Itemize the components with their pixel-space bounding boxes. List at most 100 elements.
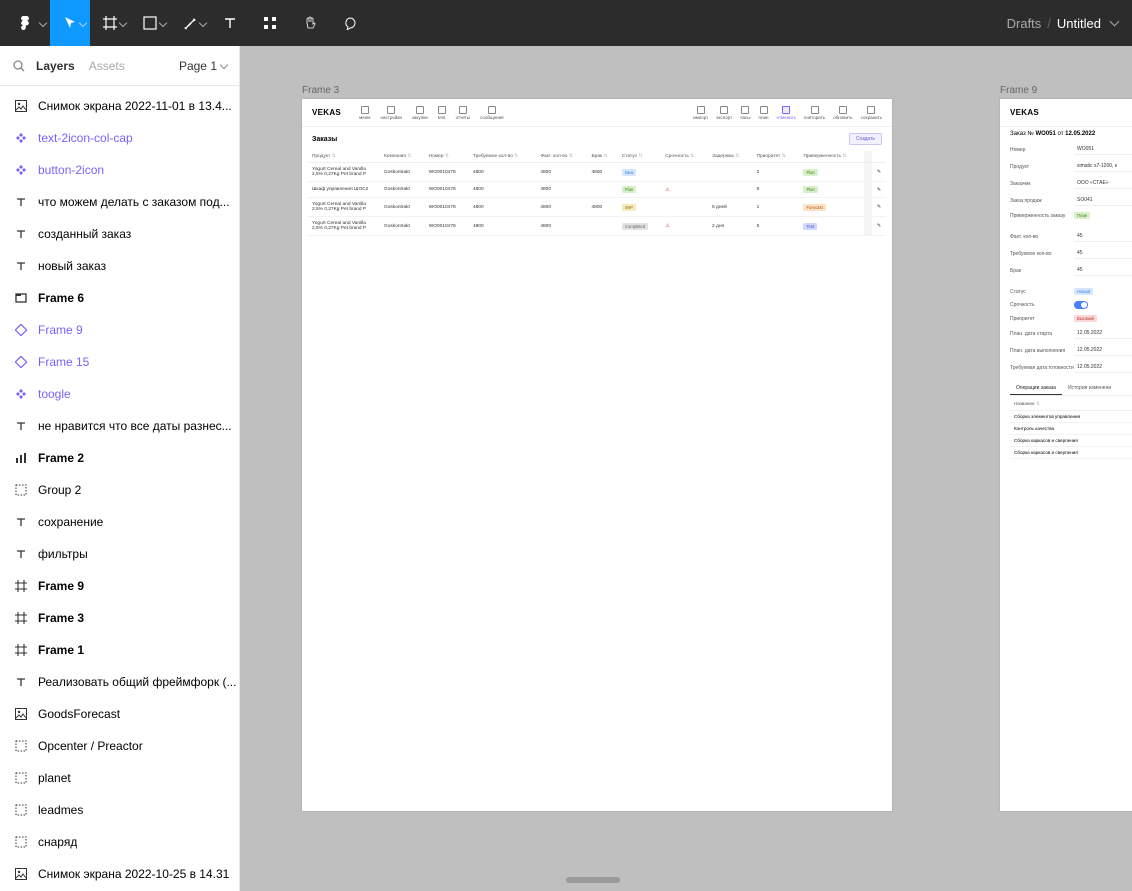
mock-nav-item: часы <box>740 106 750 120</box>
mock-nav-item: обновить <box>833 106 852 120</box>
layer-item[interactable]: GoodsForecast <box>0 698 239 730</box>
mock-field-row: ЗаказчикООО «СТАЕ» <box>1010 175 1132 192</box>
mock-field-row: НомерWO051 <box>1010 141 1132 158</box>
layer-label: Снимок экрана 2022-11-01 в 13.4... <box>38 99 232 113</box>
toolbar-left <box>0 0 370 46</box>
layer-item[interactable]: созданный заказ <box>0 218 239 250</box>
mock-nav-item: план <box>758 106 768 120</box>
pen-tool-button[interactable] <box>170 0 210 46</box>
tab-assets[interactable]: Assets <box>89 59 125 73</box>
mock-nav-item: отменить <box>777 106 796 120</box>
mock-col-header: Номер ⇅ <box>425 151 469 163</box>
search-icon[interactable] <box>12 59 26 73</box>
topbar: Drafts / Untitled <box>0 0 1132 46</box>
layer-item[interactable]: leadmes <box>0 794 239 826</box>
hand-tool-button[interactable] <box>290 0 330 46</box>
mock-nav-item: повторить <box>804 106 825 120</box>
layer-type-icon <box>14 483 28 497</box>
layer-item[interactable]: фильтры <box>0 538 239 570</box>
layer-item[interactable]: Frame 6 <box>0 282 239 314</box>
layer-item[interactable]: Снимок экрана 2022-10-25 в 14.31 <box>0 858 239 890</box>
layer-item[interactable]: снаряд <box>0 826 239 858</box>
layer-type-icon <box>14 579 28 593</box>
chevron-down-icon[interactable] <box>1110 17 1120 27</box>
mock-nav-item: сообщения <box>480 106 503 120</box>
layer-label: planet <box>38 771 71 785</box>
chevron-down-icon <box>159 19 167 27</box>
mock-nav-item: test <box>438 106 446 120</box>
mock-col-header: Статус ⇅ <box>618 151 661 163</box>
document-title[interactable]: Untitled <box>1057 16 1101 31</box>
mock-table-row: Контроль качестваGoskontrakt <box>1010 423 1132 435</box>
mock-field-row: Продуктsimatic s7-1200, к <box>1010 158 1132 175</box>
layer-item[interactable]: сохранение <box>0 506 239 538</box>
horizontal-scrollbar-thumb[interactable] <box>566 877 620 883</box>
layer-type-icon <box>14 355 28 369</box>
layer-item[interactable]: toogle <box>0 378 239 410</box>
toolbar-right: Drafts / Untitled <box>1007 16 1132 31</box>
figma-menu-button[interactable] <box>0 0 50 46</box>
layer-item[interactable]: Frame 9 <box>0 314 239 346</box>
layer-item[interactable]: новый заказ <box>0 250 239 282</box>
breadcrumb-drafts[interactable]: Drafts <box>1007 16 1042 31</box>
mock-field-row: Брак45 <box>1010 262 1132 279</box>
layer-label: что можем делать с заказом под... <box>38 195 230 209</box>
layer-label: Реализовать общий фреймфорк (... <box>38 675 236 689</box>
mock-title: Заказы <box>312 136 337 143</box>
mock-col-header: Требуемое кол-во ⇅ <box>469 151 536 163</box>
layer-label: toogle <box>38 387 71 401</box>
layer-item[interactable]: button-2icon <box>0 154 239 186</box>
mock-field-row: Срочность <box>1010 298 1132 312</box>
toggle-icon <box>1074 301 1088 309</box>
layer-item[interactable]: Frame 3 <box>0 602 239 634</box>
layer-type-icon <box>14 195 28 209</box>
layer-type-icon <box>14 323 28 337</box>
layer-item[interactable]: Frame 2 <box>0 442 239 474</box>
mock-col-header: Приверженность ⇅ <box>799 151 864 163</box>
layer-type-icon <box>14 131 28 145</box>
mock-nav-item: закупки <box>412 106 428 120</box>
mock-field-row: Приверженность заказуПлан <box>1010 209 1132 222</box>
frame-tool-button[interactable] <box>90 0 130 46</box>
layer-label: Frame 1 <box>38 643 84 657</box>
frame-label[interactable]: Frame 9 <box>1000 85 1037 96</box>
layer-label: не нравится что все даты разнес... <box>38 419 232 433</box>
page-selector[interactable]: Page 1 <box>179 59 227 73</box>
canvas-frame-3[interactable]: Frame 3 VEKAS менюнастройкизакупкиtestот… <box>302 99 892 811</box>
mock-field-row: Заказ продажSO041 <box>1010 192 1132 209</box>
layer-item[interactable]: что можем делать с заказом под... <box>0 186 239 218</box>
layer-list[interactable]: Снимок экрана 2022-11-01 в 13.4... text-2… <box>0 86 239 891</box>
canvas[interactable]: Frame 3 VEKAS менюнастройкизакупкиtestот… <box>240 46 1132 891</box>
layer-type-icon <box>14 771 28 785</box>
layer-item[interactable]: planet <box>0 762 239 794</box>
mock-nav-item: сохранить <box>861 106 882 120</box>
shape-tool-button[interactable] <box>130 0 170 46</box>
comment-tool-button[interactable] <box>330 0 370 46</box>
layer-type-icon <box>14 451 28 465</box>
layer-label: Снимок экрана 2022-10-25 в 14.31 <box>38 867 229 881</box>
layer-item[interactable]: Frame 15 <box>0 346 239 378</box>
mock-col-header: Брак ⇅ <box>588 151 618 163</box>
layer-item[interactable]: Opcenter / Preactor <box>0 730 239 762</box>
mock-title-row: Заказы Создать <box>302 127 892 151</box>
layer-label: Opcenter / Preactor <box>38 739 143 753</box>
resources-button[interactable] <box>250 0 290 46</box>
canvas-frame-9[interactable]: Frame 9 VEKAS менюнастройки Заказ № WO05… <box>1000 99 1132 811</box>
frame-label[interactable]: Frame 3 <box>302 85 339 96</box>
layer-item[interactable]: Реализовать общий фреймфорк (... <box>0 666 239 698</box>
layer-item[interactable]: не нравится что все даты разнес... <box>0 410 239 442</box>
move-tool-button[interactable] <box>50 0 90 46</box>
chevron-down-icon <box>119 19 127 27</box>
mock-create-button: Создать <box>849 133 882 145</box>
layer-item[interactable]: text-2icon-col-cap <box>0 122 239 154</box>
layer-item[interactable]: Frame 9 <box>0 570 239 602</box>
tab-layers[interactable]: Layers <box>36 59 75 73</box>
layer-type-icon <box>14 259 28 273</box>
mock-ops-table: Название ⇅Номер ⇅Сборка элементов управл… <box>1010 398 1132 459</box>
layer-item[interactable]: Frame 1 <box>0 634 239 666</box>
layer-item[interactable]: Снимок экрана 2022-11-01 в 13.4... <box>0 90 239 122</box>
text-tool-button[interactable] <box>210 0 250 46</box>
layer-type-icon <box>14 611 28 625</box>
sidebar-tabs: Layers Assets Page 1 <box>0 46 239 86</box>
layer-item[interactable]: Group 2 <box>0 474 239 506</box>
